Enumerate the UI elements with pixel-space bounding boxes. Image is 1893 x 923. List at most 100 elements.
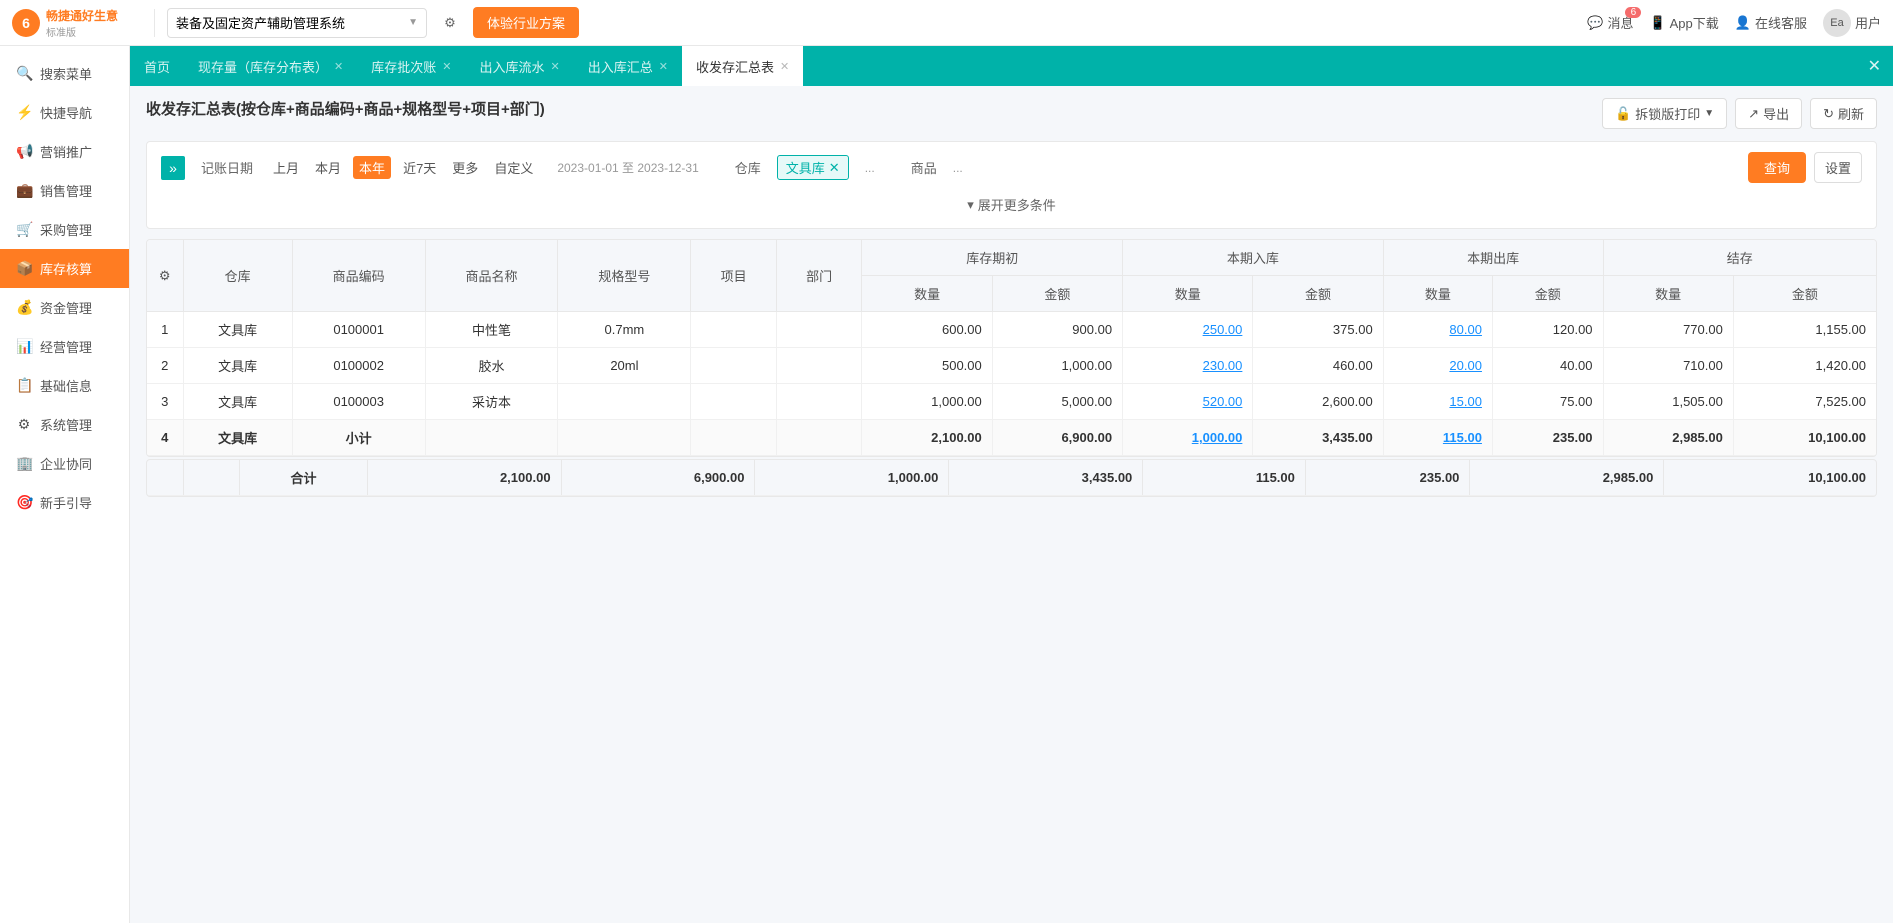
app-download-btn[interactable]: 📱 App下载 — [1649, 13, 1718, 32]
subtotal-out-qty[interactable]: 115.00 — [1383, 420, 1492, 456]
date-opt-custom[interactable]: 自定义 — [490, 156, 537, 179]
subtotal-opening-amount: 6,900.00 — [992, 420, 1122, 456]
settings-button[interactable]: 设置 — [1814, 152, 1862, 183]
subtotal-in-qty[interactable]: 1,000.00 — [1123, 420, 1253, 456]
total-balance-amount: 10,100.00 — [1664, 460, 1876, 496]
warehouse-tag-close[interactable]: ✕ — [829, 160, 840, 176]
avatar: Ea — [1823, 9, 1851, 37]
sidebar-item-quick-nav[interactable]: ⚡ 快捷导航 — [0, 93, 129, 132]
tab-batch-close[interactable]: ✕ — [442, 60, 451, 73]
tab-in-out-summary-close[interactable]: ✕ — [659, 60, 668, 73]
tab-receive-send[interactable]: 收发存汇总表 ✕ — [682, 46, 803, 86]
sidebar-item-basic[interactable]: 📋 基础信息 — [0, 366, 129, 405]
row1-in-qty[interactable]: 250.00 — [1123, 312, 1253, 348]
subtotal-in-qty-link[interactable]: 1,000.00 — [1192, 430, 1243, 445]
row2-out-qty-link[interactable]: 20.00 — [1449, 358, 1482, 373]
sidebar: 🔍 搜索菜单 ⚡ 快捷导航 📢 营销推广 💼 销售管理 🛒 采购管理 📦 库存核… — [0, 46, 130, 923]
total-balance-qty: 2,985.00 — [1470, 460, 1664, 496]
th-balance: 结存 — [1603, 240, 1876, 276]
tab-inventory-dist[interactable]: 现存量（库存分布表） ✕ — [184, 46, 357, 86]
expand-label: 展开更多条件 — [978, 195, 1056, 214]
row3-project — [691, 384, 777, 420]
row2-product-code: 0100002 — [292, 348, 425, 384]
row1-product-code: 0100001 — [292, 312, 425, 348]
row2-in-qty-link[interactable]: 230.00 — [1203, 358, 1243, 373]
tab-home[interactable]: 首页 — [130, 46, 184, 86]
date-opt-prev-month[interactable]: 上月 — [269, 156, 303, 179]
print-btn[interactable]: 🔓 拆锁版打印 ▼ — [1602, 98, 1727, 129]
th-opening: 库存期初 — [862, 240, 1123, 276]
print-label: 拆锁版打印 — [1635, 104, 1700, 123]
tab-in-out-flow[interactable]: 出入库流水 ✕ — [465, 46, 573, 86]
sidebar-item-enterprise[interactable]: 🏢 企业协同 — [0, 444, 129, 483]
row3-out-qty[interactable]: 15.00 — [1383, 384, 1492, 420]
user-btn[interactable]: Ea 用户 — [1823, 9, 1881, 37]
sidebar-item-system[interactable]: ⚙ 系统管理 — [0, 405, 129, 444]
trial-button[interactable]: 体验行业方案 — [473, 7, 579, 38]
row1-balance-amount: 1,155.00 — [1733, 312, 1876, 348]
export-btn[interactable]: ↗ 导出 — [1735, 98, 1802, 129]
row3-product-spec — [558, 384, 691, 420]
date-opt-this-month[interactable]: 本月 — [311, 156, 345, 179]
row2-balance-amount: 1,420.00 — [1733, 348, 1876, 384]
row1-in-qty-link[interactable]: 250.00 — [1203, 322, 1243, 337]
query-button[interactable]: 查询 — [1748, 152, 1806, 183]
row2-balance-qty: 710.00 — [1603, 348, 1733, 384]
system-dropdown[interactable]: 装备及固定资产辅助管理系统 ▼ — [167, 8, 427, 38]
sidebar-item-marketing[interactable]: 📢 营销推广 — [0, 132, 129, 171]
online-service-btn[interactable]: 👤 在线客服 — [1735, 13, 1807, 32]
subtotal-row: 4 文具库 小计 2,100.00 6,900.00 1,000.00 3,43… — [147, 420, 1876, 456]
date-opt-this-year[interactable]: 本年 — [353, 156, 391, 179]
warehouse-tag[interactable]: 文具库 ✕ — [777, 155, 849, 180]
enterprise-icon: 🏢 — [16, 455, 32, 472]
th-out-qty: 数量 — [1383, 276, 1492, 312]
basic-icon: 📋 — [16, 377, 32, 394]
date-opt-more[interactable]: 更多 — [448, 156, 482, 179]
row2-department — [776, 348, 862, 384]
row2-opening-qty: 500.00 — [862, 348, 992, 384]
refresh-btn[interactable]: ↻ 刷新 — [1810, 98, 1877, 129]
row3-out-qty-link[interactable]: 15.00 — [1449, 394, 1482, 409]
tab-in-out-flow-close[interactable]: ✕ — [551, 60, 560, 73]
sidebar-item-inventory[interactable]: 📦 库存核算 — [0, 249, 129, 288]
marketing-icon: 📢 — [16, 143, 32, 160]
export-icon: ↗ — [1748, 106, 1759, 122]
row2-out-qty[interactable]: 20.00 — [1383, 348, 1492, 384]
row2-in-amount: 460.00 — [1253, 348, 1383, 384]
expand-icon: ▾ — [967, 197, 974, 213]
tab-in-out-summary[interactable]: 出入库汇总 ✕ — [574, 46, 682, 86]
message-icon: 💬 — [1587, 15, 1603, 31]
tab-close-all[interactable]: ✕ — [1856, 56, 1893, 76]
th-warehouse: 仓库 — [183, 240, 292, 312]
operations-icon: 📊 — [16, 338, 32, 355]
subtotal-out-qty-link[interactable]: 115.00 — [1443, 430, 1482, 445]
filter-expand-btn[interactable]: » — [161, 156, 185, 180]
table-row: 2 文具库 0100002 胶水 20ml 500.00 1,000.00 23… — [147, 348, 1876, 384]
row3-in-qty-link[interactable]: 520.00 — [1203, 394, 1243, 409]
row2-in-qty[interactable]: 230.00 — [1123, 348, 1253, 384]
tab-receive-send-close[interactable]: ✕ — [780, 60, 789, 73]
row3-in-qty[interactable]: 520.00 — [1123, 384, 1253, 420]
tab-inventory-dist-close[interactable]: ✕ — [334, 60, 343, 73]
sidebar-item-guide[interactable]: 🎯 新手引导 — [0, 483, 129, 522]
warehouse-more[interactable]: ... — [865, 161, 875, 175]
sidebar-item-purchase[interactable]: 🛒 采购管理 — [0, 210, 129, 249]
tab-batch[interactable]: 库存批次账 ✕ — [357, 46, 465, 86]
row1-in-amount: 375.00 — [1253, 312, 1383, 348]
sidebar-item-search[interactable]: 🔍 搜索菜单 — [0, 54, 129, 93]
sidebar-item-finance[interactable]: 💰 资金管理 — [0, 288, 129, 327]
system-icon: ⚙ — [16, 416, 32, 433]
row1-out-qty[interactable]: 80.00 — [1383, 312, 1492, 348]
row3-balance-qty: 1,505.00 — [1603, 384, 1733, 420]
expand-more-btn[interactable]: ▾ 展开更多条件 — [161, 191, 1862, 218]
sidebar-item-sales[interactable]: 💼 销售管理 — [0, 171, 129, 210]
table-row: 1 文具库 0100001 中性笔 0.7mm 600.00 900.00 25… — [147, 312, 1876, 348]
tab-receive-send-label: 收发存汇总表 — [696, 57, 774, 76]
settings-gear-icon[interactable]: ⚙ — [435, 8, 465, 38]
row1-out-qty-link[interactable]: 80.00 — [1449, 322, 1482, 337]
sidebar-item-operations[interactable]: 📊 经营管理 — [0, 327, 129, 366]
date-opt-7days[interactable]: 近7天 — [399, 156, 440, 179]
message-btn[interactable]: 💬 消息 6 — [1587, 13, 1633, 32]
sidebar-label-guide: 新手引导 — [40, 493, 92, 512]
product-more[interactable]: ... — [953, 161, 963, 175]
